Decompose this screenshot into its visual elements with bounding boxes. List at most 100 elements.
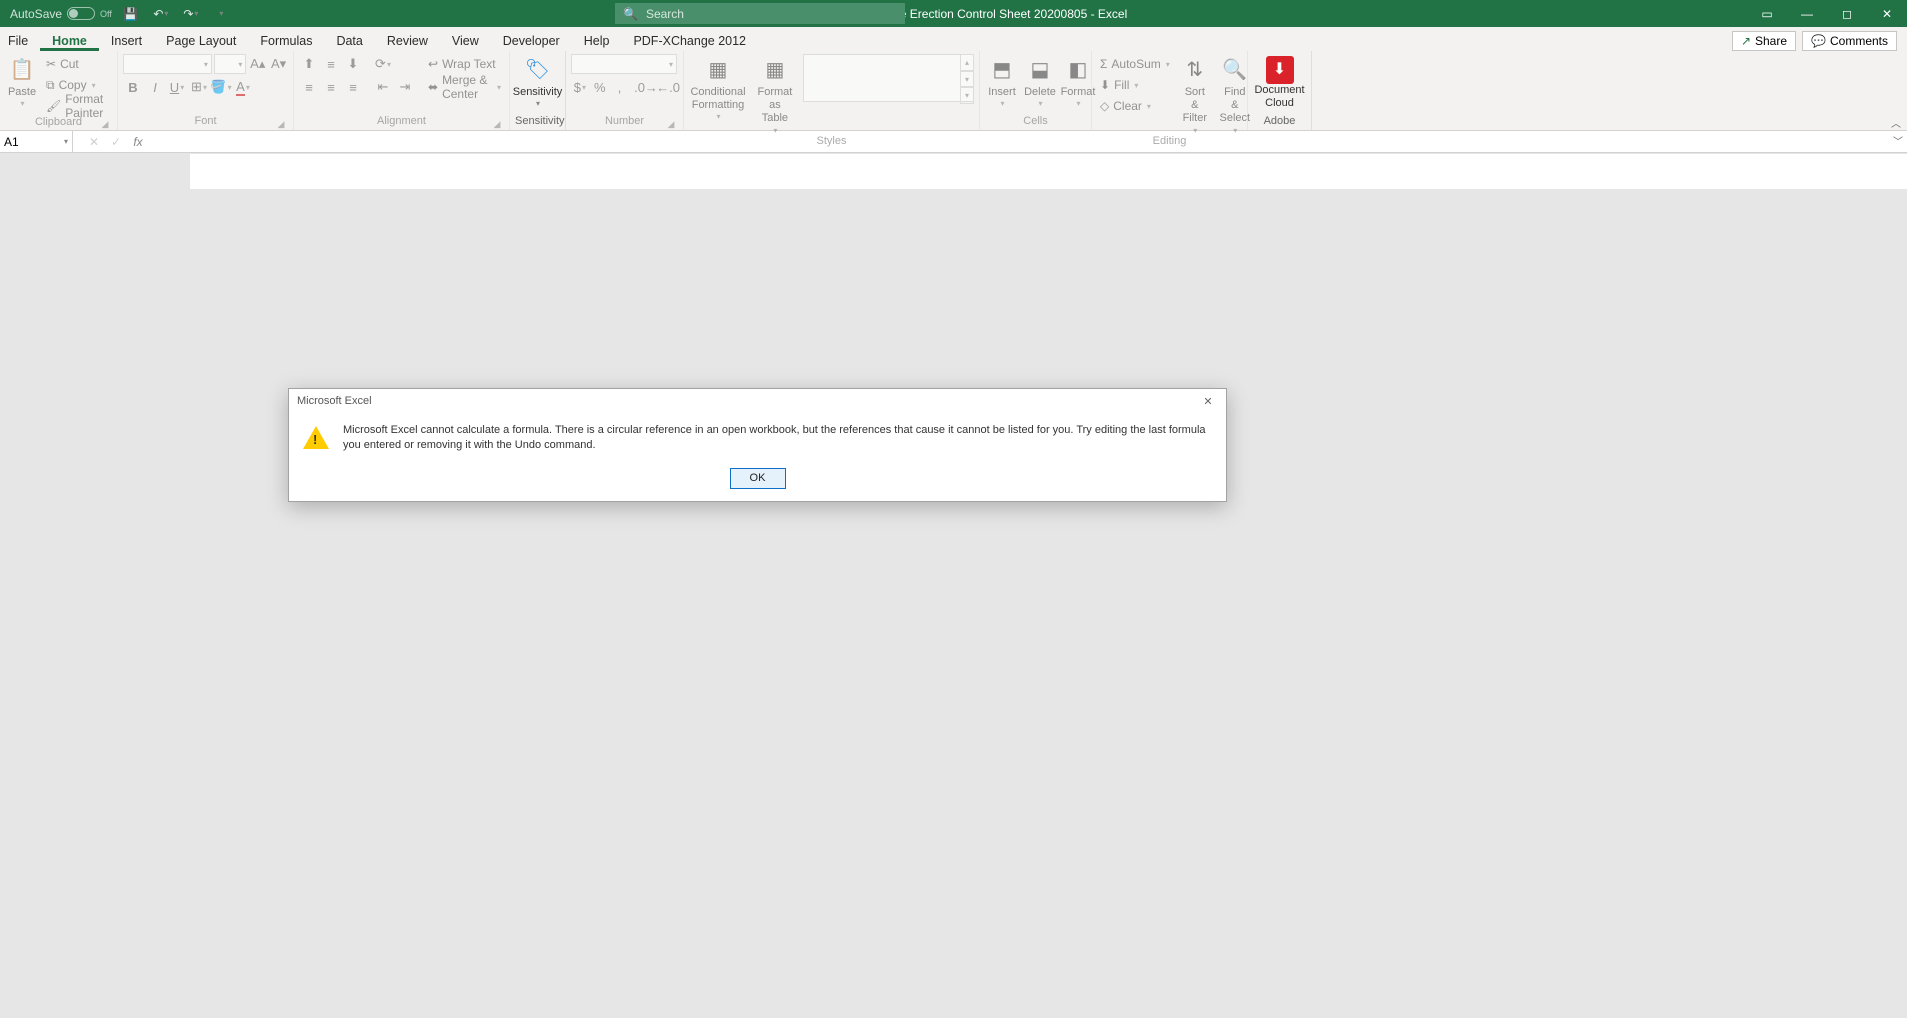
gallery-down-button[interactable]: ▾: [960, 71, 974, 88]
align-right-button[interactable]: ≡: [343, 77, 363, 97]
undo-button[interactable]: ↶▾: [150, 3, 172, 25]
close-window-button[interactable]: ✕: [1867, 0, 1907, 27]
orientation-button[interactable]: ⟳▾: [373, 54, 393, 74]
number-dialog-launcher[interactable]: ◢: [666, 119, 676, 129]
alignment-dialog-launcher[interactable]: ◢: [492, 119, 502, 129]
percent-button[interactable]: %: [591, 77, 609, 97]
cut-button[interactable]: ✂Cut: [43, 54, 112, 74]
decrease-decimal-button[interactable]: ←.0: [658, 77, 678, 97]
increase-font-button[interactable]: A▴: [248, 54, 267, 74]
tab-home[interactable]: Home: [40, 31, 99, 51]
format-cells-icon: ◧: [1064, 56, 1092, 84]
fill-color-button[interactable]: 🪣▾: [211, 77, 231, 97]
merge-center-button[interactable]: ⬌Merge & Center▾: [425, 77, 504, 97]
align-bottom-button[interactable]: ⬇: [343, 54, 363, 74]
copy-icon: ⧉: [46, 78, 55, 93]
dialog-close-button[interactable]: ✕: [1198, 391, 1218, 411]
save-button[interactable]: 💾: [120, 3, 142, 25]
decrease-font-button[interactable]: A▾: [269, 54, 288, 74]
tab-page-layout[interactable]: Page Layout: [154, 31, 248, 51]
clear-button[interactable]: ◇Clear▾: [1097, 96, 1173, 116]
format-painter-button[interactable]: 🖌Format Painter: [43, 96, 112, 116]
conditional-formatting-icon: ▦: [704, 56, 732, 84]
group-sensitivity: 🏷 Sensitivity ▾ Sensitivity: [510, 51, 566, 130]
fill-icon: ⬇: [1100, 78, 1110, 92]
maximize-button[interactable]: ◻: [1827, 0, 1867, 27]
number-format-combo[interactable]: ▾: [571, 54, 677, 74]
qat-customize-button[interactable]: ▾: [210, 3, 232, 25]
ok-button[interactable]: OK: [730, 468, 786, 489]
wrap-text-icon: ↩: [428, 57, 438, 71]
tab-view[interactable]: View: [440, 31, 491, 51]
gallery-up-button[interactable]: ▴: [960, 54, 974, 71]
sensitivity-button[interactable]: 🏷 Sensitivity ▾: [513, 54, 563, 109]
font-name-combo[interactable]: ▾: [123, 54, 212, 74]
namebox-dropdown-icon: ▾: [64, 137, 68, 146]
name-box[interactable]: A1 ▾: [0, 131, 73, 152]
delete-cells-button[interactable]: ⬓Delete▾: [1023, 54, 1057, 109]
format-cells-button[interactable]: ◧Format▾: [1061, 54, 1095, 109]
autosave-toggle-icon: [67, 7, 95, 20]
format-as-table-button[interactable]: ▦ Format as Table▾: [751, 54, 799, 135]
tab-file[interactable]: File: [0, 31, 40, 51]
increase-indent-button[interactable]: ⇥: [395, 77, 415, 97]
merge-icon: ⬌: [428, 80, 438, 94]
font-size-combo[interactable]: ▾: [214, 54, 246, 74]
collapse-ribbon-button[interactable]: ︿: [1891, 115, 1901, 130]
tab-pdfxchange[interactable]: PDF-XChange 2012: [621, 31, 758, 51]
group-alignment: ⬆ ≡ ⬇ ⟳▾ ≡ ≡ ≡ ⇤ ⇥ ↩Wrap Text ⬌Merge & C…: [294, 51, 510, 130]
search-input[interactable]: 🔍 Search: [615, 3, 905, 24]
comma-button[interactable]: ,: [611, 77, 629, 97]
tab-data[interactable]: Data: [324, 31, 374, 51]
autosave-label: AutoSave: [10, 7, 62, 21]
decrease-indent-button[interactable]: ⇤: [373, 77, 393, 97]
autosave-control[interactable]: AutoSave Off: [10, 7, 112, 21]
redo-button[interactable]: ↷▾: [180, 3, 202, 25]
expand-formula-bar-button[interactable]: ﹀: [1893, 133, 1903, 148]
ribbon-display-options-button[interactable]: ▭: [1747, 0, 1787, 27]
group-clipboard: 📋 Paste ▾ ✂Cut ⧉Copy▾ 🖌Format Painter Cl…: [0, 51, 118, 130]
minimize-button[interactable]: —: [1787, 0, 1827, 27]
paste-button[interactable]: 📋 Paste ▾: [5, 54, 39, 109]
cell-styles-gallery[interactable]: ▴ ▾ ▾: [803, 54, 974, 102]
document-cloud-button[interactable]: ⬇ Document Cloud: [1252, 54, 1308, 110]
find-select-icon: 🔍: [1221, 56, 1249, 84]
error-dialog: Microsoft Excel ✕ Microsoft Excel cannot…: [288, 388, 1227, 502]
increase-decimal-button[interactable]: .0→: [636, 77, 656, 97]
underline-button[interactable]: U▾: [167, 77, 187, 97]
conditional-formatting-button[interactable]: ▦ Conditional Formatting▾: [689, 54, 747, 122]
bold-button[interactable]: B: [123, 77, 143, 97]
enter-formula-button[interactable]: ✓: [105, 131, 127, 153]
align-center-button[interactable]: ≡: [321, 77, 341, 97]
tab-help[interactable]: Help: [572, 31, 622, 51]
insert-function-button[interactable]: fx: [127, 131, 149, 153]
tab-formulas[interactable]: Formulas: [248, 31, 324, 51]
cancel-formula-button[interactable]: ✕: [83, 131, 105, 153]
border-button[interactable]: ⊞▾: [189, 77, 209, 97]
tab-developer[interactable]: Developer: [491, 31, 572, 51]
insert-cells-button[interactable]: ⬒Insert▾: [985, 54, 1019, 109]
accounting-format-button[interactable]: $▾: [571, 77, 589, 97]
share-button[interactable]: ↗ Share: [1732, 31, 1796, 51]
align-middle-button[interactable]: ≡: [321, 54, 341, 74]
wrap-text-button[interactable]: ↩Wrap Text: [425, 54, 504, 74]
align-top-button[interactable]: ⬆: [299, 54, 319, 74]
align-left-button[interactable]: ≡: [299, 77, 319, 97]
worksheet-area[interactable]: [190, 154, 1907, 189]
paste-icon: 📋: [8, 56, 36, 84]
cut-icon: ✂: [46, 57, 56, 71]
italic-button[interactable]: I: [145, 77, 165, 97]
dialog-message: Microsoft Excel cannot calculate a formu…: [343, 423, 1212, 454]
tab-review[interactable]: Review: [375, 31, 440, 51]
sort-filter-button[interactable]: ⇅Sort & Filter▾: [1177, 54, 1213, 135]
clipboard-dialog-launcher[interactable]: ◢: [100, 119, 110, 129]
font-color-button[interactable]: A▾: [233, 77, 253, 97]
autosum-button[interactable]: ΣAutoSum▾: [1097, 54, 1173, 74]
tab-insert[interactable]: Insert: [99, 31, 154, 51]
formula-input[interactable]: [149, 131, 1907, 152]
font-dialog-launcher[interactable]: ◢: [276, 119, 286, 129]
format-painter-icon: 🖌: [46, 99, 61, 113]
fill-button[interactable]: ⬇Fill▾: [1097, 75, 1173, 95]
gallery-more-button[interactable]: ▾: [960, 87, 974, 104]
comments-button[interactable]: 💬 Comments: [1802, 31, 1897, 51]
